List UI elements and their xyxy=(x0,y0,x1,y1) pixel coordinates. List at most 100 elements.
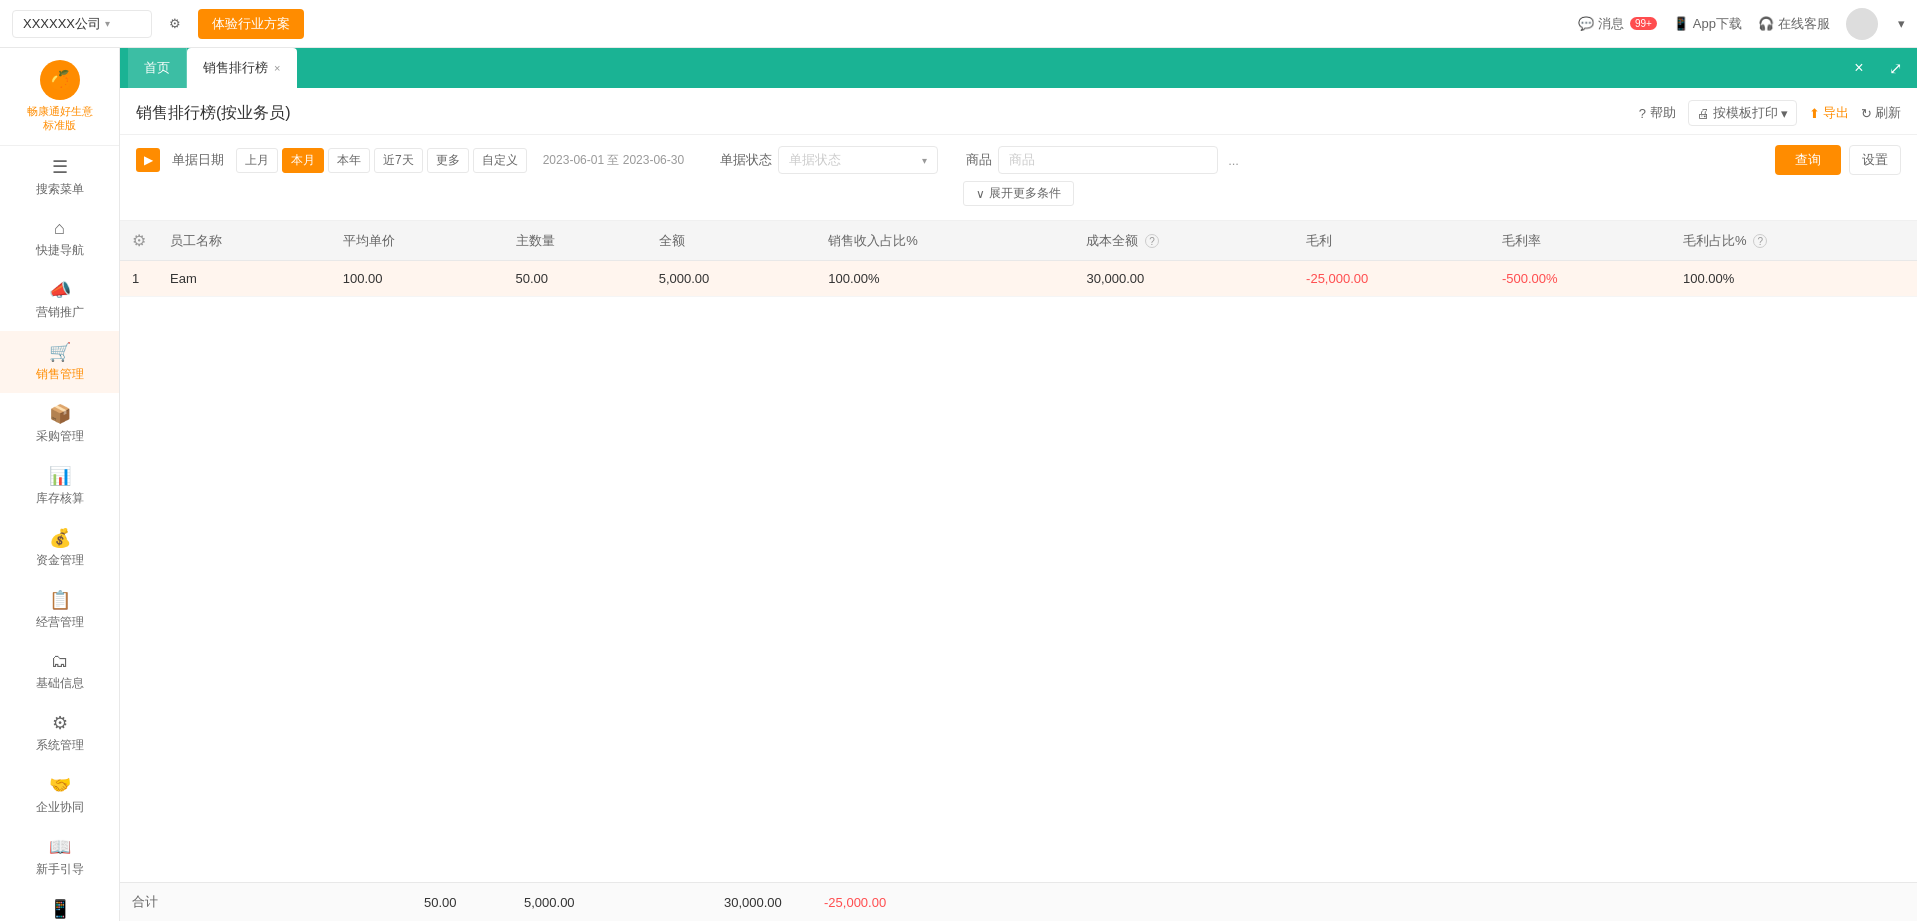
message-button[interactable]: 💬 消息 99+ xyxy=(1578,15,1657,33)
th-employee: 员工名称 xyxy=(158,221,331,261)
logo-icon: 🍊 xyxy=(40,60,80,100)
filter-row-1: ▶ 单据日期 上月 本月 本年 近7天 更多 自定义 2023-06-01 至 … xyxy=(136,145,1901,175)
page-header: 销售排行榜(按业务员) ? 帮助 🖨 按模板打印 ▾ ⬆ 导出 xyxy=(120,88,1917,135)
refresh-button[interactable]: ↻ 刷新 xyxy=(1861,104,1901,122)
th-amount: 全额 xyxy=(647,221,817,261)
app-download-button[interactable]: 📱 App下载 xyxy=(1673,15,1742,33)
th-gross: 毛利 xyxy=(1294,221,1490,261)
table-settings-icon[interactable]: ⚙ xyxy=(132,232,146,249)
export-button[interactable]: ⬆ 导出 xyxy=(1809,104,1849,122)
expand-conditions-button[interactable]: ∨ 展开更多条件 xyxy=(963,181,1074,206)
footer-cells: 50.00 5,000.00 30,000.00 -25,000.00 xyxy=(212,895,1905,910)
date-btn-this-year[interactable]: 本年 xyxy=(328,148,370,173)
cell-gross-pct: 100.00% xyxy=(1671,261,1917,297)
sidebar-item-base[interactable]: 🗂 基础信息 xyxy=(0,641,119,702)
printer-icon: 🖨 xyxy=(1697,106,1710,121)
sidebar-item-system[interactable]: ⚙ 系统管理 xyxy=(0,702,119,764)
filter-toggle-button[interactable]: ▶ xyxy=(136,148,160,172)
footer-qty: 50.00 xyxy=(412,895,512,910)
tab-right-actions: × ⤢ xyxy=(1845,54,1909,82)
tab-expand-button[interactable]: ⤢ xyxy=(1881,54,1909,82)
active-tab-label: 销售排行榜 xyxy=(203,59,268,77)
date-btn-custom[interactable]: 自定义 xyxy=(473,148,527,173)
status-filter: 单据状态 单据状态 ▾ xyxy=(720,146,938,174)
help-icon: ? xyxy=(1639,106,1646,121)
company-name: XXXXXX公司 xyxy=(23,15,101,33)
gross-pct-help-icon[interactable]: ? xyxy=(1753,234,1767,248)
tab-home[interactable]: 首页 xyxy=(128,48,187,88)
date-btn-this-month[interactable]: 本月 xyxy=(282,148,324,173)
apps-icon: 📱 xyxy=(49,898,71,920)
more-filter-btn[interactable]: ... xyxy=(1228,153,1239,168)
sidebar-item-enterprise[interactable]: 🤝 企业协同 xyxy=(0,764,119,826)
minimize-icon: × xyxy=(1854,59,1863,77)
tab-minimize-button[interactable]: × xyxy=(1845,54,1873,82)
status-filter-label: 单据状态 xyxy=(720,151,772,169)
th-avg-price: 平均单价 xyxy=(331,221,504,261)
sidebar-item-finance[interactable]: 💰 资金管理 xyxy=(0,517,119,579)
logo-text: 畅康通好生意标准版 xyxy=(27,104,93,133)
table-footer: 合计 50.00 5,000.00 30,000.00 -25,000.00 xyxy=(120,882,1917,921)
table-row: 1Eam100.0050.005,000.00100.00%30,000.00-… xyxy=(120,261,1917,297)
top-right-area: 💬 消息 99+ 📱 App下载 🎧 在线客服 ▾ xyxy=(1578,8,1905,40)
date-btn-more[interactable]: 更多 xyxy=(427,148,469,173)
content-area: 首页 销售排行榜 × × ⤢ 销售排行榜(按业务员) xyxy=(120,48,1917,921)
date-filter-label: 单据日期 xyxy=(172,151,224,169)
sidebar-item-label: 企业协同 xyxy=(36,799,84,816)
sidebar-item-search[interactable]: ☰ 搜索菜单 xyxy=(0,146,119,208)
data-table: ⚙ 员工名称 平均单价 主数量 全额 销售收入占比% 成本全额 ? 毛利 xyxy=(120,221,1917,297)
top-bar: XXXXXX公司 ▾ ⚙ 体验行业方案 💬 消息 99+ 📱 App下载 🎧 在… xyxy=(0,0,1917,48)
refresh-icon: ↻ xyxy=(1861,106,1872,121)
cell-rank: 1 xyxy=(120,261,158,297)
date-btn-last-month[interactable]: 上月 xyxy=(236,148,278,173)
goods-filter-label: 商品 xyxy=(966,151,992,169)
sidebar-item-marketing[interactable]: 📣 营销推广 xyxy=(0,269,119,331)
tab-close-icon[interactable]: × xyxy=(274,62,280,74)
expand-arrow-icon: ∨ xyxy=(976,187,985,201)
sidebar-item-label: 销售管理 xyxy=(36,366,84,383)
sidebar-item-label: 快捷导航 xyxy=(36,242,84,259)
settings-filter-button[interactable]: 设置 xyxy=(1849,145,1901,175)
footer-amount: 5,000.00 xyxy=(512,895,612,910)
inventory-icon: 📊 xyxy=(49,465,71,487)
online-service-button[interactable]: 🎧 在线客服 xyxy=(1758,15,1830,33)
enterprise-icon: 🤝 xyxy=(49,774,71,796)
footer-label: 合计 xyxy=(132,893,212,911)
print-arrow-icon: ▾ xyxy=(1781,106,1788,121)
message-badge: 99+ xyxy=(1630,17,1657,30)
goods-input[interactable]: 商品 xyxy=(998,146,1218,174)
export-label: 导出 xyxy=(1823,104,1849,122)
sidebar-item-business[interactable]: 📋 经营管理 xyxy=(0,579,119,641)
query-button[interactable]: 查询 xyxy=(1775,145,1841,175)
refresh-label: 刷新 xyxy=(1875,104,1901,122)
print-button[interactable]: 🖨 按模板打印 ▾ xyxy=(1688,100,1797,126)
sidebar-item-apps[interactable]: 📱 应用中心 xyxy=(0,888,119,921)
sidebar-item-label: 采购管理 xyxy=(36,428,84,445)
sidebar-item-quicknav[interactable]: ⌂ 快捷导航 xyxy=(0,208,119,269)
status-select[interactable]: 单据状态 ▾ xyxy=(778,146,938,174)
sidebar-item-guide[interactable]: 📖 新手引导 xyxy=(0,826,119,888)
sidebar-item-inventory[interactable]: 📊 库存核算 xyxy=(0,455,119,517)
sidebar: 🍊 畅康通好生意标准版 ☰ 搜索菜单 ⌂ 快捷导航 📣 营销推广 🛒 销售管理 … xyxy=(0,48,120,921)
cost-help-icon[interactable]: ? xyxy=(1145,234,1159,248)
trial-button[interactable]: 体验行业方案 xyxy=(198,9,304,39)
topbar-settings-button[interactable]: ⚙ xyxy=(160,9,190,39)
cell-avg-price: 100.00 xyxy=(331,261,504,297)
finance-icon: 💰 xyxy=(49,527,71,549)
sidebar-item-purchase[interactable]: 📦 采购管理 xyxy=(0,393,119,455)
sidebar-item-sales[interactable]: 🛒 销售管理 xyxy=(0,331,119,393)
user-avatar[interactable] xyxy=(1846,8,1878,40)
sidebar-item-label: 新手引导 xyxy=(36,861,84,878)
user-name-area[interactable]: ▾ xyxy=(1894,16,1905,31)
status-select-arrow: ▾ xyxy=(922,155,927,166)
headset-icon: 🎧 xyxy=(1758,16,1774,31)
page-actions: ? 帮助 🖨 按模板打印 ▾ ⬆ 导出 ↻ 刷新 xyxy=(1639,100,1901,126)
print-label: 按模板打印 xyxy=(1713,104,1778,122)
company-selector[interactable]: XXXXXX公司 ▾ xyxy=(12,10,152,38)
home-icon: ⌂ xyxy=(54,218,65,239)
date-btn-7days[interactable]: 近7天 xyxy=(374,148,423,173)
help-button[interactable]: ? 帮助 xyxy=(1639,104,1676,122)
tab-sales-ranking[interactable]: 销售排行榜 × xyxy=(187,48,297,88)
sidebar-logo: 🍊 畅康通好生意标准版 xyxy=(0,48,119,146)
table-body: 1Eam100.0050.005,000.00100.00%30,000.00-… xyxy=(120,261,1917,297)
